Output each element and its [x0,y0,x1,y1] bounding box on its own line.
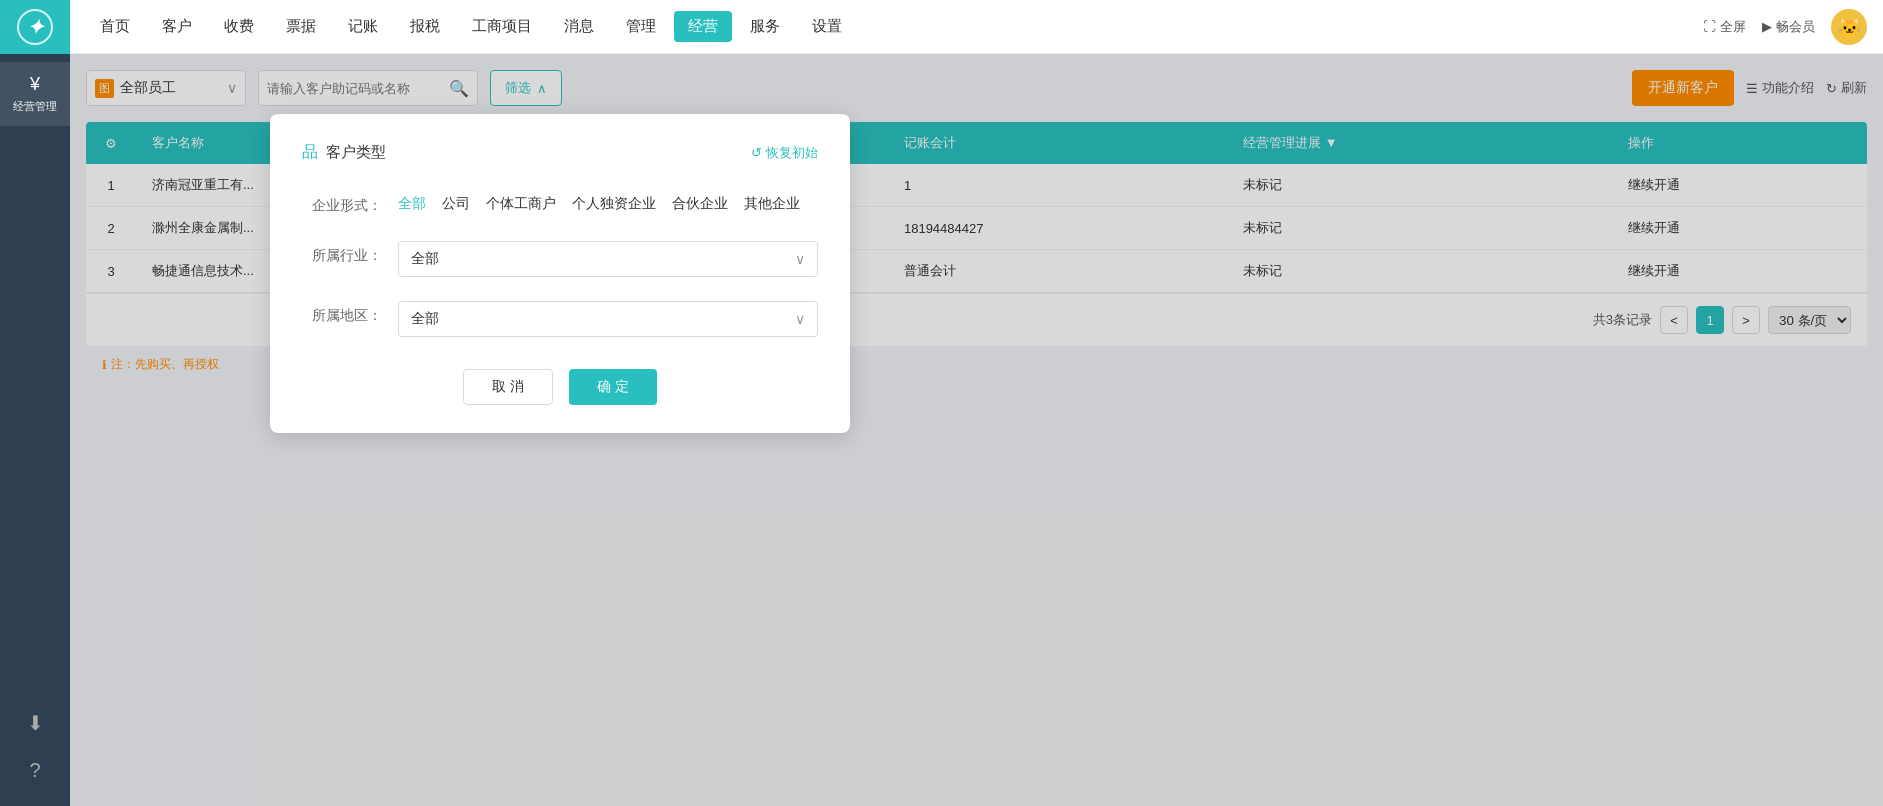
reset-label: 恢复初始 [766,144,818,162]
chevron-down-icon: ∨ [795,251,805,267]
fullscreen-icon: ⛶ [1703,19,1716,34]
enterprise-option-sole[interactable]: 个人独资企业 [572,191,656,217]
sidebar-bottom: ⬇ ? [19,703,52,806]
region-content: 全部 ∨ [398,301,818,337]
industry-content: 全部 ∨ [398,241,818,277]
nav-right: ⛶ 全屏 ▶ 畅会员 🐱 [1703,9,1867,45]
sidebar: ¥ 经营管理 ⬇ ? [0,54,70,806]
avatar[interactable]: 🐱 [1831,9,1867,45]
enterprise-options: 全部 公司 个体工商户 个人独资企业 合伙企业 其他企业 [398,191,818,217]
enterprise-option-partnership[interactable]: 合伙企业 [672,191,728,217]
region-value: 全部 [411,310,439,328]
enterprise-option-all[interactable]: 全部 [398,191,426,217]
enterprise-form-row: 企业形式： 全部 公司 个体工商户 个人独资企业 合伙企业 其他企业 [302,191,818,217]
sidebar-item-label: 经营管理 [13,99,57,114]
nav-item-settings[interactable]: 设置 [798,11,856,42]
nav-item-fee[interactable]: 收费 [210,11,268,42]
region-label: 所属地区： [302,301,382,325]
enterprise-option-company[interactable]: 公司 [442,191,470,217]
modal-footer: 取 消 确 定 [302,369,818,405]
nav-item-business[interactable]: 工商项目 [458,11,546,42]
play-icon: ▶ [1762,19,1772,34]
sidebar-item-operation[interactable]: ¥ 经营管理 [0,62,70,126]
modal-title-text: 客户类型 [326,143,386,162]
industry-form-row: 所属行业： 全部 ∨ [302,241,818,277]
layout: ¥ 经营管理 ⬇ ? 图 全部员工 ∨ 🔍 筛选 ∧ 开通新客户 [0,54,1883,806]
reset-icon: ↺ [751,145,762,160]
yuan-icon: ¥ [30,74,40,95]
modal-title: 品 客户类型 [302,142,386,163]
enterprise-option-other[interactable]: 其他企业 [744,191,800,217]
nav-item-bookkeeping[interactable]: 记账 [334,11,392,42]
nav-item-bill[interactable]: 票据 [272,11,330,42]
reset-btn[interactable]: ↺ 恢复初始 [751,144,818,162]
member-label: 畅会员 [1776,18,1815,36]
region-select[interactable]: 全部 ∨ [398,301,818,337]
logo-icon: ✦ [17,9,53,45]
modal-title-icon: 品 [302,142,318,163]
nav-item-home[interactable]: 首页 [86,11,144,42]
main-content: 图 全部员工 ∨ 🔍 筛选 ∧ 开通新客户 ☰ 功能介绍 ↻ 刷新 [70,54,1883,806]
chevron-down-icon: ∨ [795,311,805,327]
nav-item-tax[interactable]: 报税 [396,11,454,42]
top-nav: ✦ 首页 客户 收费 票据 记账 报税 工商项目 消息 管理 经营 服务 设置 … [0,0,1883,54]
region-form-row: 所属地区： 全部 ∨ [302,301,818,337]
fullscreen-btn[interactable]: ⛶ 全屏 [1703,18,1746,36]
enterprise-label: 企业形式： [302,191,382,215]
filter-modal: 品 客户类型 ↺ 恢复初始 企业形式： 全部 公司 个 [270,114,850,433]
logo-area: ✦ [0,0,70,54]
nav-item-manage[interactable]: 管理 [612,11,670,42]
nav-items: 首页 客户 收费 票据 记账 报税 工商项目 消息 管理 经营 服务 设置 [86,11,1703,42]
help-icon[interactable]: ? [21,751,48,790]
industry-value: 全部 [411,250,439,268]
nav-item-message[interactable]: 消息 [550,11,608,42]
cancel-button[interactable]: 取 消 [463,369,553,405]
industry-select[interactable]: 全部 ∨ [398,241,818,277]
industry-label: 所属行业： [302,241,382,265]
enterprise-option-group: 全部 公司 个体工商户 个人独资企业 合伙企业 其他企业 [398,191,818,217]
nav-item-service[interactable]: 服务 [736,11,794,42]
member-btn[interactable]: ▶ 畅会员 [1762,18,1815,36]
download-icon[interactable]: ⬇ [19,703,52,743]
enterprise-option-individual[interactable]: 个体工商户 [486,191,556,217]
nav-item-operation[interactable]: 经营 [674,11,732,42]
modal-overlay: 品 客户类型 ↺ 恢复初始 企业形式： 全部 公司 个 [70,54,1883,806]
confirm-button[interactable]: 确 定 [569,369,657,405]
modal-header: 品 客户类型 ↺ 恢复初始 [302,142,818,163]
fullscreen-label: 全屏 [1720,18,1746,36]
nav-item-customer[interactable]: 客户 [148,11,206,42]
